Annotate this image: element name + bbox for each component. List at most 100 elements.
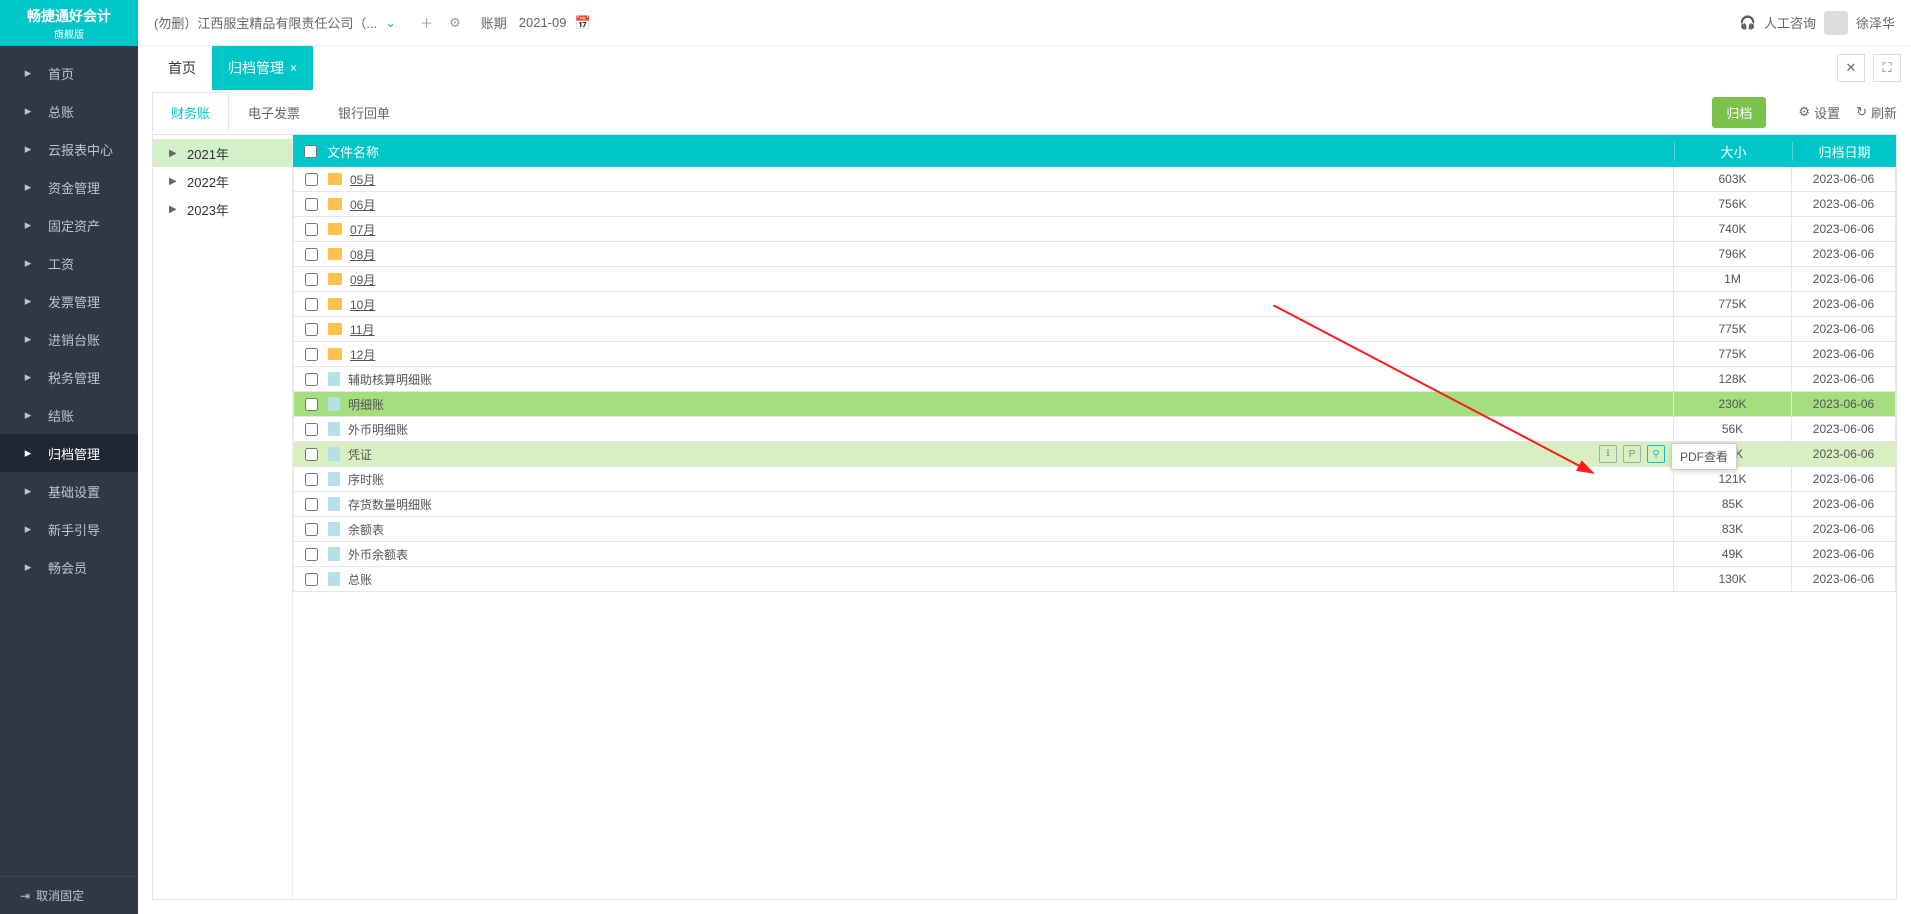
sub-tab[interactable]: 财务账 [152, 92, 229, 132]
nav-item-ledger[interactable]: ▸总账 [0, 92, 138, 130]
table-row[interactable]: 外币明细账56K2023-06-06 [293, 417, 1896, 442]
nav-item-salary[interactable]: ▸工资 [0, 244, 138, 282]
page-tab[interactable]: 首页 [152, 46, 212, 90]
settings-button[interactable]: ⚙设置 [1798, 103, 1840, 122]
nav-item-vip[interactable]: ▸畅会员 [0, 548, 138, 586]
file-date: 2023-06-06 [1791, 217, 1895, 241]
user-name[interactable]: 徐泽华 [1856, 13, 1895, 32]
period-value[interactable]: 2021-09 [519, 15, 567, 30]
nav-item-invoice[interactable]: ▸发票管理 [0, 282, 138, 320]
file-name[interactable]: 07月 [350, 221, 375, 238]
table-row[interactable]: 06月756K2023-06-06 [293, 192, 1896, 217]
add-icon[interactable]: ＋ [420, 13, 433, 32]
table-row[interactable]: 明细账230K2023-06-06 [293, 392, 1896, 417]
row-checkbox[interactable] [305, 548, 318, 561]
row-checkbox[interactable] [305, 198, 318, 211]
row-checkbox[interactable] [305, 248, 318, 261]
nav-item-money[interactable]: ▸资金管理 [0, 168, 138, 206]
row-checkbox[interactable] [305, 223, 318, 236]
nav-item-tax[interactable]: ▸税务管理 [0, 358, 138, 396]
calendar-icon[interactable]: 📅 [574, 15, 590, 31]
row-checkbox[interactable] [305, 473, 318, 486]
table-row[interactable]: 外币余额表49K2023-06-06 [293, 542, 1896, 567]
row-checkbox[interactable] [305, 273, 318, 286]
row-checkbox[interactable] [305, 398, 318, 411]
table-row[interactable]: 凭证⭳P⚲PDF查看33K2023-06-06 [293, 442, 1896, 467]
chevron-down-icon[interactable]: ⌄ [385, 15, 396, 31]
table-row[interactable]: 05月603K2023-06-06 [293, 167, 1896, 192]
table-row[interactable]: 辅助核算明细账128K2023-06-06 [293, 367, 1896, 392]
file-name[interactable]: 05月 [350, 171, 375, 188]
close-all-button[interactable]: ✕ [1837, 54, 1865, 82]
nav-item-close-book[interactable]: ▸结账 [0, 396, 138, 434]
close-icon[interactable]: × [290, 61, 297, 75]
row-checkbox[interactable] [305, 448, 318, 461]
row-checkbox[interactable] [305, 323, 318, 336]
nav-item-home[interactable]: ▸首页 [0, 54, 138, 92]
table-row[interactable]: 08月796K2023-06-06 [293, 242, 1896, 267]
asset-icon: ▸ [20, 217, 36, 233]
refresh-button[interactable]: ↻刷新 [1856, 103, 1897, 122]
row-checkbox[interactable] [305, 173, 318, 186]
pin-toggle[interactable]: ⇥取消固定 [0, 876, 138, 914]
table-row[interactable]: 12月775K2023-06-06 [293, 342, 1896, 367]
table-row[interactable]: 总账130K2023-06-06 [293, 567, 1896, 592]
nav-item-guide[interactable]: ▸新手引导 [0, 510, 138, 548]
tree-node[interactable]: ▶2021年 [153, 139, 292, 167]
table-row[interactable]: 07月740K2023-06-06 [293, 217, 1896, 242]
col-name: 文件名称 [327, 142, 1674, 161]
table-row[interactable]: 11月775K2023-06-06 [293, 317, 1896, 342]
tree-node[interactable]: ▶2023年 [153, 195, 292, 223]
logo-sub: 旗舰版 [54, 26, 84, 41]
avatar[interactable] [1824, 11, 1848, 35]
headset-icon[interactable]: 🎧 [1740, 15, 1756, 31]
sub-tab[interactable]: 银行回单 [319, 92, 409, 132]
company-selector[interactable]: (勿删）江西服宝精品有限责任公司（... [154, 13, 377, 32]
nav-item-archive[interactable]: ▸归档管理 [0, 434, 138, 472]
file-name[interactable]: 11月 [350, 321, 374, 338]
table-row[interactable]: 10月775K2023-06-06 [293, 292, 1896, 317]
row-checkbox[interactable] [305, 298, 318, 311]
row-checkbox[interactable] [305, 373, 318, 386]
nav-item-chart[interactable]: ▸云报表中心 [0, 130, 138, 168]
tax-icon: ▸ [20, 369, 36, 385]
nav-item-stock[interactable]: ▸进销台账 [0, 320, 138, 358]
sub-tab[interactable]: 电子发票 [229, 92, 319, 132]
topbar: (勿删）江西服宝精品有限责任公司（... ⌄ ＋ ⚙ 账期 2021-09 📅 … [138, 0, 1911, 46]
sub-tabs: 财务账电子发票银行回单 [152, 92, 409, 132]
salary-icon: ▸ [20, 255, 36, 271]
page-tab[interactable]: 归档管理× [212, 46, 313, 90]
archive-button[interactable]: 归档 [1712, 97, 1766, 128]
file-date: 2023-06-06 [1791, 267, 1895, 291]
row-checkbox[interactable] [305, 348, 318, 361]
row-checkbox[interactable] [305, 498, 318, 511]
nav-label: 新手引导 [48, 520, 100, 539]
nav-item-asset[interactable]: ▸固定资产 [0, 206, 138, 244]
file-name[interactable]: 10月 [350, 296, 375, 313]
table-row[interactable]: 序时账121K2023-06-06 [293, 467, 1896, 492]
logo: 畅捷通好会计 旗舰版 [0, 0, 138, 46]
table-row[interactable]: 存货数量明细账85K2023-06-06 [293, 492, 1896, 517]
preview-icon[interactable]: ⚲ [1647, 445, 1665, 463]
stock-icon: ▸ [20, 331, 36, 347]
nav-item-settings[interactable]: ▸基础设置 [0, 472, 138, 510]
pdf-icon[interactable]: P [1623, 445, 1641, 463]
row-checkbox[interactable] [305, 523, 318, 536]
nav-label: 首页 [48, 64, 74, 83]
download-icon[interactable]: ⭳ [1599, 445, 1617, 463]
table-row[interactable]: 余额表83K2023-06-06 [293, 517, 1896, 542]
row-checkbox[interactable] [305, 573, 318, 586]
select-all-checkbox[interactable] [304, 145, 317, 158]
file-name[interactable]: 08月 [350, 246, 375, 263]
gear-icon[interactable]: ⚙ [449, 15, 461, 31]
file-name[interactable]: 12月 [350, 346, 375, 363]
row-checkbox[interactable] [305, 423, 318, 436]
file-name[interactable]: 09月 [350, 271, 375, 288]
tree-node[interactable]: ▶2022年 [153, 167, 292, 195]
consult-link[interactable]: 人工咨询 [1764, 13, 1816, 32]
file-name[interactable]: 06月 [350, 196, 375, 213]
fullscreen-button[interactable]: ⛶ [1873, 54, 1901, 82]
file-table: 文件名称 大小 归档日期 05月603K2023-06-0606月756K202… [293, 135, 1896, 899]
table-row[interactable]: 09月1M2023-06-06 [293, 267, 1896, 292]
caret-icon: ▶ [169, 204, 179, 215]
